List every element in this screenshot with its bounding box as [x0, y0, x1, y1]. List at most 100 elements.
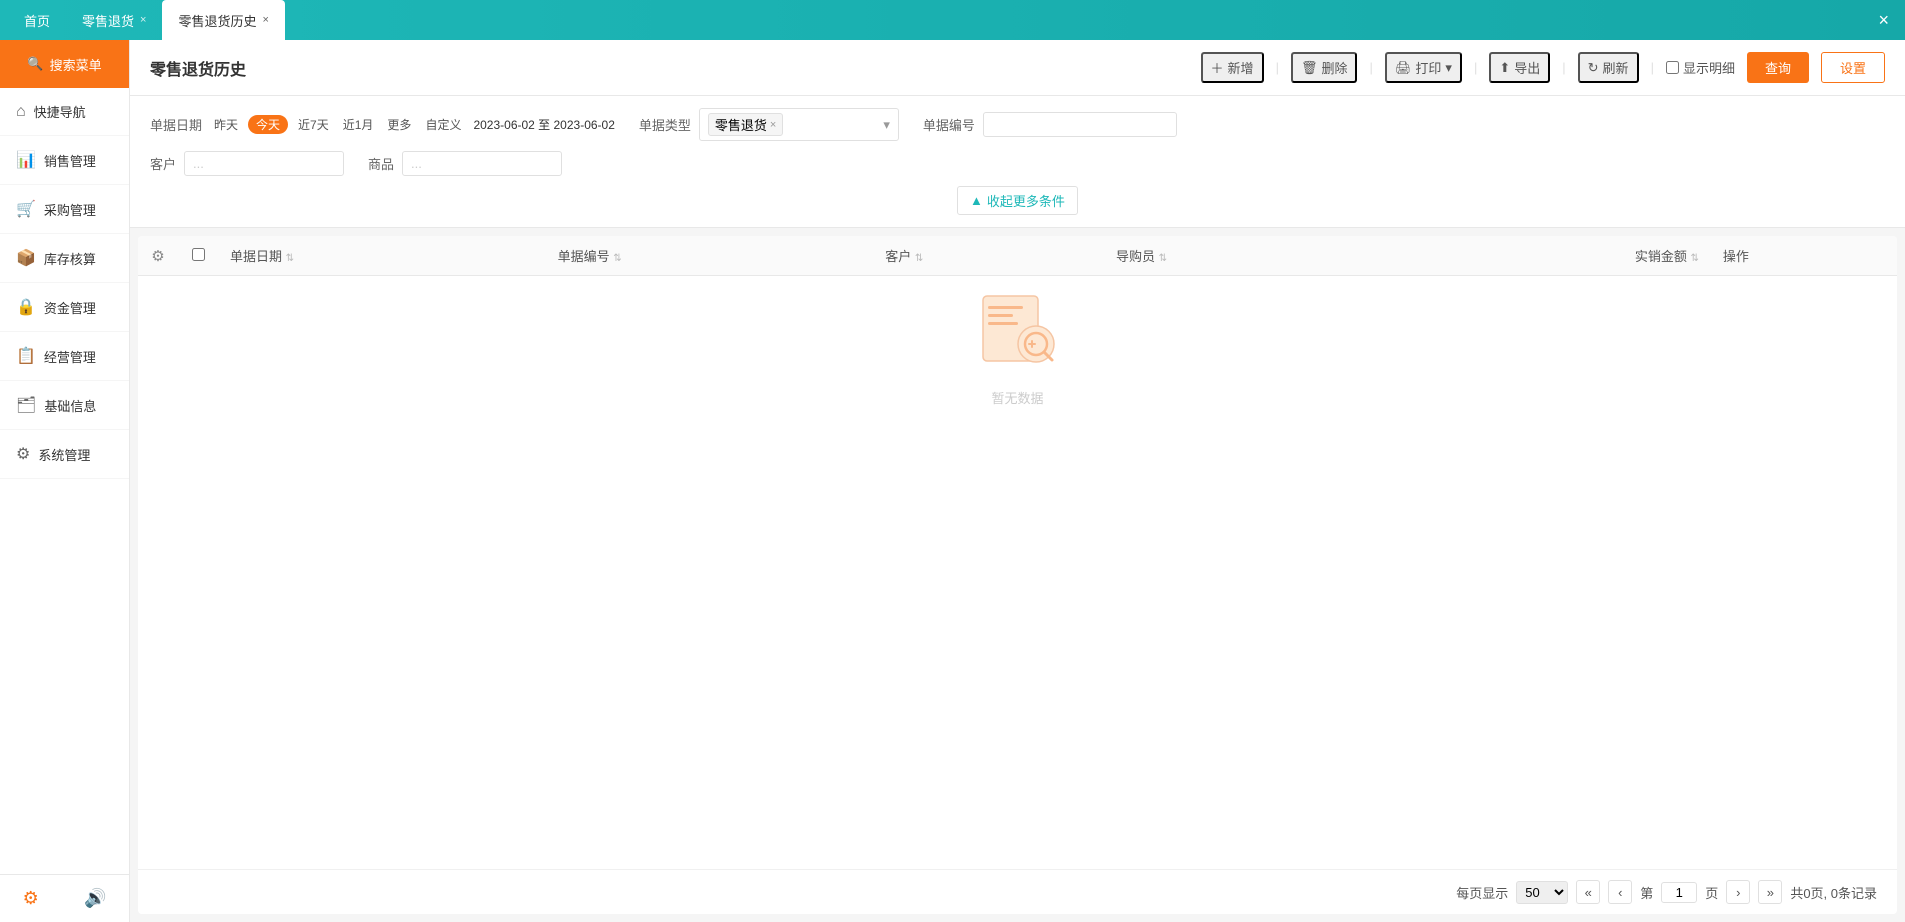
sidebar-item-finance-mgmt[interactable]: 🔒 资金管理 [0, 283, 129, 332]
collapse-more-button[interactable]: ▲ 收起更多条件 [957, 186, 1078, 215]
sidebar-item-system-mgmt[interactable]: ⚙ 系统管理 [0, 430, 129, 479]
column-settings-icon[interactable]: ⚙ [151, 248, 164, 265]
date-btn-more[interactable]: 更多 [383, 115, 415, 134]
actual-amount-sort-icon[interactable]: ⇅ [1690, 253, 1698, 264]
speaker-bottom-icon[interactable]: 🔊 [84, 888, 106, 909]
table-header-date: 单据日期 ⇅ [218, 236, 546, 276]
page-prefix-label: 第 [1640, 883, 1653, 902]
setting-button[interactable]: 设置 [1821, 52, 1885, 83]
customer-sort-icon[interactable]: ⇅ [915, 253, 923, 264]
type-tag-label: 零售退货 [715, 115, 767, 134]
table-header-actual-amount: 实销金额 ⇅ [1383, 236, 1711, 276]
system-icon: ⚙ [16, 444, 30, 464]
table-header-guide-label: 导购员 [1116, 249, 1155, 264]
sidebar-item-basic-info[interactable]: 🗂 基础信息 [0, 381, 129, 430]
select-all-checkbox[interactable] [192, 248, 205, 261]
table-header-customer: 客户 ⇅ [873, 236, 1104, 276]
prev-page-icon: ‹ [1618, 885, 1622, 900]
sidebar-item-quick-nav[interactable]: ⌂ 快捷导航 [0, 88, 129, 136]
tab-home-label: 首页 [24, 11, 50, 30]
table-header-order-no: 单据编号 ⇅ [546, 236, 874, 276]
display-detail-checkbox[interactable] [1666, 61, 1679, 74]
tab-retail-return-history-label: 零售退货历史 [178, 11, 256, 30]
type-tag-close[interactable]: × [770, 119, 776, 131]
tab-home[interactable]: 首页 [8, 0, 66, 40]
table-area: ⚙ 单据日期 ⇅ 单据编号 ⇅ [138, 236, 1897, 914]
date-sort-icon[interactable]: ⇅ [286, 253, 294, 264]
export-button[interactable]: ⬆ 导出 [1489, 52, 1550, 83]
sidebar-item-purchase-mgmt[interactable]: 🛒 采购管理 [0, 185, 129, 234]
delete-icon: 🗑 [1301, 60, 1318, 76]
print-button-label: 打印 [1415, 58, 1441, 77]
tab-retail-return-history-close[interactable]: × [262, 14, 268, 26]
print-button[interactable]: 🖨 打印 ▾ [1385, 52, 1462, 83]
top-bar: 首页 零售退货 × 零售退货历史 × × [0, 0, 1905, 40]
delete-button-label: 删除 [1321, 58, 1347, 77]
print-icon: 🖨 [1395, 60, 1412, 76]
date-btn-last1month[interactable]: 近1月 [339, 115, 378, 134]
inventory-icon: 📦 [16, 248, 36, 268]
filter-row-1: 单据日期 昨天 今天 近7天 近1月 更多 自定义 2023-06-02 至 2… [150, 108, 1885, 141]
sidebar-item-sales-mgmt[interactable]: 📊 销售管理 [0, 136, 129, 185]
tab-retail-return[interactable]: 零售退货 × [66, 0, 162, 40]
tab-retail-return-history[interactable]: 零售退货历史 × [162, 0, 284, 40]
first-page-button[interactable]: « [1576, 880, 1600, 904]
last-page-button[interactable]: » [1758, 880, 1782, 904]
last-page-icon: » [1767, 885, 1774, 900]
next-page-icon: › [1736, 885, 1740, 900]
sidebar-search-button[interactable]: 🔍 搜索菜单 [0, 40, 129, 88]
empty-text: 暂无数据 [991, 388, 1043, 407]
sidebar-item-operations-mgmt[interactable]: 📋 经营管理 [0, 332, 129, 381]
date-options-row: 昨天 今天 近7天 近1月 更多 自定义 [210, 115, 465, 134]
customer-input[interactable]: ... [184, 151, 344, 176]
order-no-sort-icon[interactable]: ⇅ [613, 253, 621, 264]
collapse-icon: ▲ [970, 193, 983, 208]
window-close-button[interactable]: × [1862, 10, 1905, 31]
display-detail-toggle[interactable]: 显示明细 [1666, 58, 1735, 77]
table-header-guide: 导购员 ⇅ [1104, 236, 1383, 276]
new-button[interactable]: ＋ 新增 [1201, 52, 1264, 83]
page-suffix-label: 页 [1705, 883, 1718, 902]
tab-retail-return-close[interactable]: × [140, 14, 146, 26]
filter-order-no-item: 单据编号 [923, 112, 1177, 137]
date-btn-last7days[interactable]: 近7天 [294, 115, 333, 134]
type-tag: 零售退货 × [708, 113, 783, 136]
delete-button[interactable]: 🗑 删除 [1291, 52, 1358, 83]
sidebar-item-basic-info-label: 基础信息 [44, 396, 96, 415]
customer-filter-label: 客户 [150, 154, 176, 173]
sidebar-item-system-mgmt-label: 系统管理 [38, 445, 90, 464]
sidebar-item-purchase-mgmt-label: 采购管理 [44, 200, 96, 219]
search-icon: 🔍 [27, 56, 43, 72]
filter-area: 单据日期 昨天 今天 近7天 近1月 更多 自定义 2023-06-02 至 2… [130, 96, 1905, 228]
table-header-operation: 操作 [1711, 236, 1897, 276]
order-no-input[interactable] [983, 112, 1177, 137]
next-page-button[interactable]: › [1726, 880, 1750, 904]
page-number-input[interactable]: 1 [1661, 882, 1697, 903]
home-icon: ⌂ [16, 103, 26, 121]
total-records-text: 共0页, 0条记录 [1790, 883, 1877, 902]
date-btn-today[interactable]: 今天 [248, 115, 288, 134]
date-range-value: 2023-06-02 至 2023-06-02 [473, 116, 614, 133]
export-button-label: 导出 [1514, 58, 1540, 77]
main-layout: 🔍 搜索菜单 ⌂ 快捷导航 📊 销售管理 🛒 采购管理 📦 库存核算 🔒 [0, 40, 1905, 922]
display-detail-label: 显示明细 [1683, 58, 1735, 77]
sidebar-item-finance-mgmt-label: 资金管理 [44, 298, 96, 317]
tab-list: 首页 零售退货 × 零售退货历史 × [8, 0, 1862, 40]
settings-bottom-icon[interactable]: ⚙ [23, 888, 39, 909]
sidebar-bottom: ⚙ 🔊 [0, 874, 129, 922]
query-button[interactable]: 查询 [1747, 52, 1809, 83]
refresh-button[interactable]: ↻ 刷新 [1578, 52, 1639, 83]
type-select[interactable]: 零售退货 × ▾ [699, 108, 899, 141]
header-actions: ＋ 新增 | 🗑 删除 | 🖨 打印 ▾ | ⬆ 导出 [1201, 52, 1885, 83]
per-page-select[interactable]: 10 20 50 100 [1516, 881, 1568, 904]
product-filter-label: 商品 [368, 154, 394, 173]
type-select-arrow: ▾ [883, 117, 890, 133]
guide-sort-icon[interactable]: ⇅ [1159, 253, 1167, 264]
date-btn-yesterday[interactable]: 昨天 [210, 115, 242, 134]
page-header: 零售退货历史 ＋ 新增 | 🗑 删除 | 🖨 打印 ▾ | [130, 40, 1905, 96]
basic-info-icon: 🗂 [16, 395, 36, 415]
date-btn-custom[interactable]: 自定义 [421, 115, 465, 134]
sidebar-item-inventory-calc[interactable]: 📦 库存核算 [0, 234, 129, 283]
prev-page-button[interactable]: ‹ [1608, 880, 1632, 904]
product-input[interactable]: ... [402, 151, 562, 176]
